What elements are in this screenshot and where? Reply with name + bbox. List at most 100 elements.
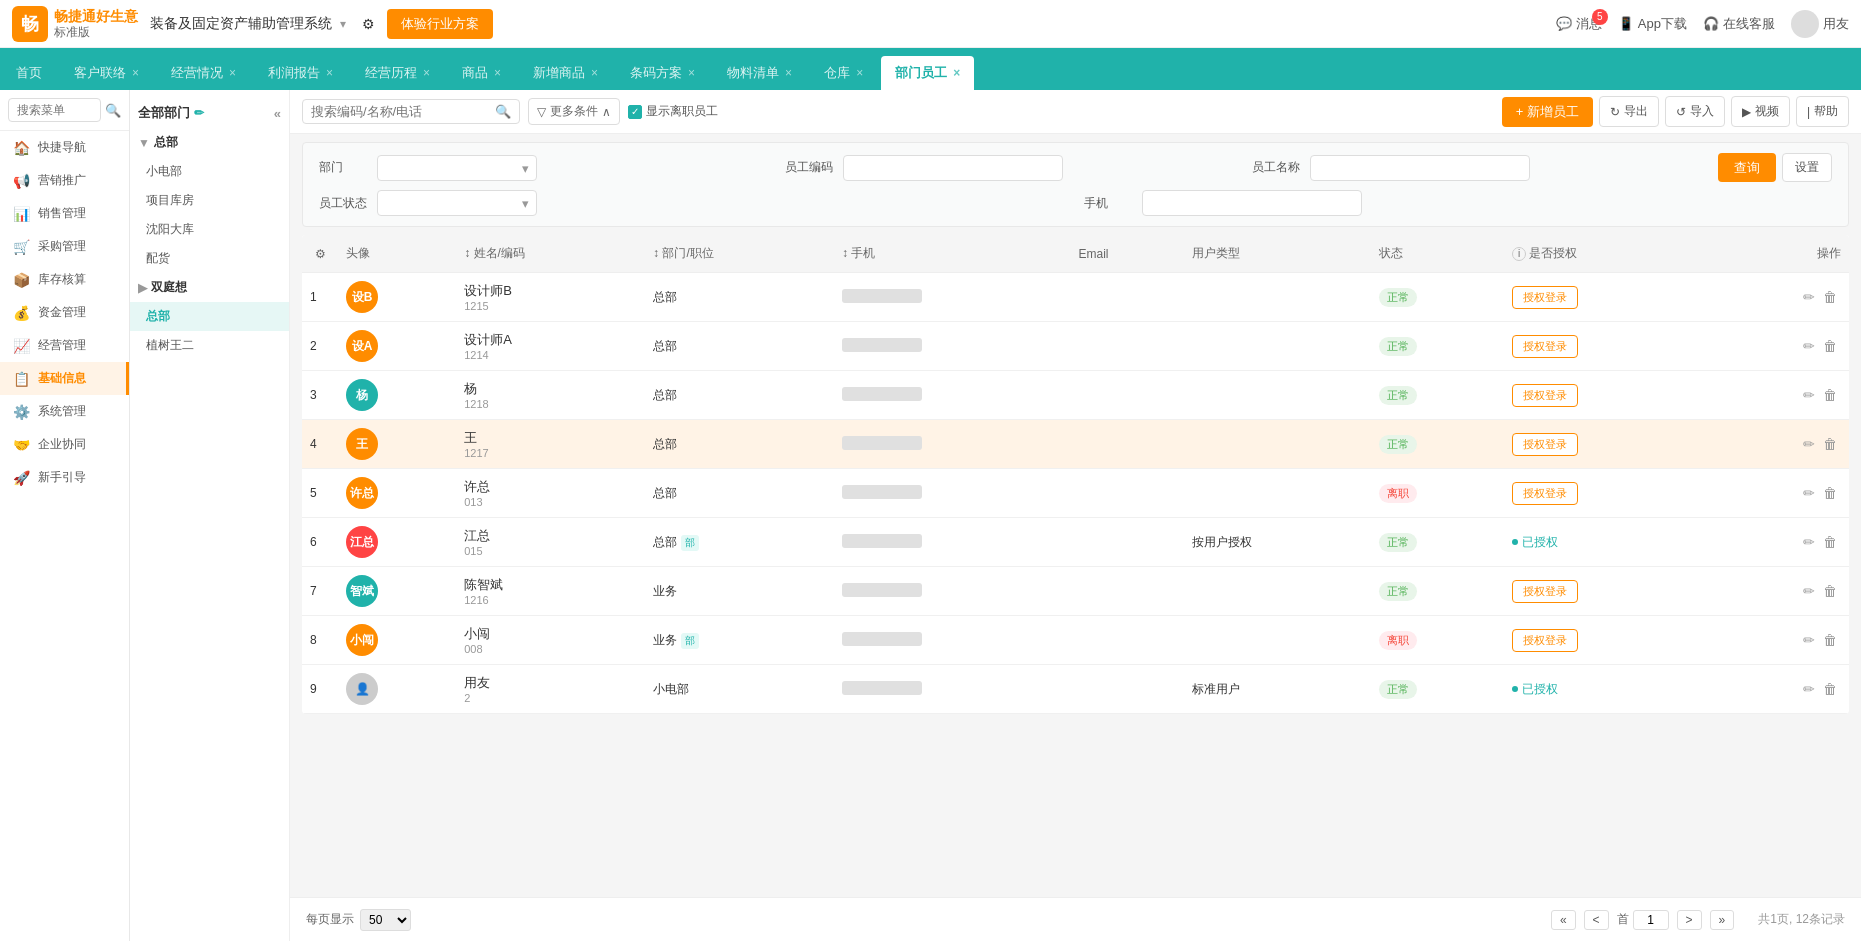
- nav-tab-仓库[interactable]: 仓库×: [810, 56, 877, 90]
- last-page-btn[interactable]: »: [1710, 910, 1735, 930]
- dept-item-zongbu[interactable]: 总部: [130, 302, 289, 331]
- col-dept-position[interactable]: ↕ 部门/职位: [645, 235, 834, 273]
- edit-button[interactable]: ✏: [1799, 532, 1819, 552]
- tab-close-icon[interactable]: ×: [856, 66, 863, 80]
- filter-query-btn[interactable]: 查询: [1718, 153, 1776, 182]
- delete-button[interactable]: 🗑: [1819, 434, 1841, 454]
- prev-page-btn[interactable]: <: [1584, 910, 1609, 930]
- help-button[interactable]: | 帮助: [1796, 96, 1849, 127]
- edit-button[interactable]: ✏: [1799, 385, 1819, 405]
- delete-button[interactable]: 🗑: [1819, 679, 1841, 699]
- sidebar-search-input[interactable]: [8, 98, 101, 122]
- nav-tab-经营情况[interactable]: 经营情况×: [157, 56, 250, 90]
- message-button[interactable]: 💬 消息 5: [1556, 15, 1602, 33]
- filter-set-btn[interactable]: 设置: [1782, 153, 1832, 182]
- edit-button[interactable]: ✏: [1799, 630, 1819, 650]
- tab-close-icon[interactable]: ×: [688, 66, 695, 80]
- tab-close-icon[interactable]: ×: [785, 66, 792, 80]
- online-service-button[interactable]: 🎧 在线客服: [1703, 15, 1775, 33]
- col-settings[interactable]: ⚙: [302, 235, 338, 273]
- dept-section-zongbu[interactable]: ▼ 总部: [130, 128, 289, 157]
- sidebar-item-inventory[interactable]: 📦库存核算: [0, 263, 129, 296]
- dept-item-peihuo[interactable]: 配货: [130, 244, 289, 273]
- nav-tab-首页[interactable]: 首页: [2, 56, 56, 90]
- edit-button[interactable]: ✏: [1799, 581, 1819, 601]
- sidebar-item-sales[interactable]: 📊销售管理: [0, 197, 129, 230]
- tab-close-icon[interactable]: ×: [591, 66, 598, 80]
- nav-tab-经营历程[interactable]: 经营历程×: [351, 56, 444, 90]
- user-menu[interactable]: 用友: [1791, 10, 1849, 38]
- page-input[interactable]: [1633, 910, 1669, 930]
- tab-close-icon[interactable]: ×: [132, 66, 139, 80]
- app-download-button[interactable]: 📱 App下载: [1618, 15, 1687, 33]
- sidebar-item-marketing[interactable]: 📢营销推广: [0, 164, 129, 197]
- nav-tab-条码方案[interactable]: 条码方案×: [616, 56, 709, 90]
- auth-button[interactable]: 授权登录: [1512, 482, 1578, 505]
- tab-close-icon[interactable]: ×: [423, 66, 430, 80]
- tab-close-icon[interactable]: ×: [326, 66, 333, 80]
- filter-emp-name-input[interactable]: [1310, 155, 1530, 181]
- next-page-btn[interactable]: >: [1677, 910, 1702, 930]
- auth-button[interactable]: 授权登录: [1512, 384, 1578, 407]
- system-dropdown-icon[interactable]: ▾: [340, 17, 346, 31]
- filter-dept-select[interactable]: [377, 155, 537, 181]
- delete-button[interactable]: 🗑: [1819, 483, 1841, 503]
- filter-status-select[interactable]: [377, 190, 537, 216]
- nav-tab-客户联络[interactable]: 客户联络×: [60, 56, 153, 90]
- edit-button[interactable]: ✏: [1799, 483, 1819, 503]
- edit-button[interactable]: ✏: [1799, 434, 1819, 454]
- filter-emp-code-input[interactable]: [843, 155, 1063, 181]
- search-input[interactable]: [311, 104, 491, 119]
- nav-tab-物料清单[interactable]: 物料清单×: [713, 56, 806, 90]
- nav-tab-部门员工[interactable]: 部门员工×: [881, 56, 974, 90]
- auth-button[interactable]: 授权登录: [1512, 335, 1578, 358]
- delete-button[interactable]: 🗑: [1819, 336, 1841, 356]
- delete-button[interactable]: 🗑: [1819, 385, 1841, 405]
- dept-item-xiangmu[interactable]: 项目库房: [130, 186, 289, 215]
- sidebar-item-system[interactable]: ⚙️系统管理: [0, 395, 129, 428]
- first-page-btn[interactable]: «: [1551, 910, 1576, 930]
- dept-section-shuangling[interactable]: ▶ 双庭想: [130, 273, 289, 302]
- sidebar-item-finance[interactable]: 💰资金管理: [0, 296, 129, 329]
- col-phone[interactable]: ↕ 手机: [834, 235, 1070, 273]
- dept-item-zhishu[interactable]: 植树王二: [130, 331, 289, 360]
- tab-close-icon[interactable]: ×: [953, 66, 960, 80]
- auth-button[interactable]: 授权登录: [1512, 629, 1578, 652]
- sidebar-item-operations[interactable]: 📈经营管理: [0, 329, 129, 362]
- filter-phone-input[interactable]: [1142, 190, 1362, 216]
- col-name-code[interactable]: ↕ 姓名/编码: [456, 235, 645, 273]
- dept-item-shenyang[interactable]: 沈阳大库: [130, 215, 289, 244]
- delete-button[interactable]: 🗑: [1819, 581, 1841, 601]
- nav-tab-利润报告[interactable]: 利润报告×: [254, 56, 347, 90]
- sidebar-item-collab[interactable]: 🤝企业协同: [0, 428, 129, 461]
- sidebar-item-quick-nav[interactable]: 🏠快捷导航: [0, 131, 129, 164]
- dept-collapse-icon[interactable]: «: [274, 106, 281, 121]
- delete-button[interactable]: 🗑: [1819, 532, 1841, 552]
- show-resigned-toggle[interactable]: ✓ 显示离职员工: [628, 103, 718, 120]
- add-employee-button[interactable]: + 新增员工: [1502, 97, 1593, 127]
- auth-button[interactable]: 授权登录: [1512, 580, 1578, 603]
- delete-button[interactable]: 🗑: [1819, 287, 1841, 307]
- export-button[interactable]: ↻ 导出: [1599, 96, 1659, 127]
- auth-button[interactable]: 授权登录: [1512, 286, 1578, 309]
- edit-button[interactable]: ✏: [1799, 287, 1819, 307]
- search-icon[interactable]: 🔍: [495, 104, 511, 119]
- sidebar-item-basic-info[interactable]: 📋基础信息: [0, 362, 129, 395]
- nav-tab-新增商品[interactable]: 新增商品×: [519, 56, 612, 90]
- nav-tab-商品[interactable]: 商品×: [448, 56, 515, 90]
- settings-icon[interactable]: ⚙: [362, 16, 375, 32]
- delete-button[interactable]: 🗑: [1819, 630, 1841, 650]
- sidebar-item-guide[interactable]: 🚀新手引导: [0, 461, 129, 494]
- more-filter-btn[interactable]: ▽ 更多条件 ∧: [528, 98, 620, 125]
- trial-button[interactable]: 体验行业方案: [387, 9, 493, 39]
- auth-button[interactable]: 授权登录: [1512, 433, 1578, 456]
- per-page-select[interactable]: 50 20 100: [360, 909, 411, 931]
- dept-edit-icon[interactable]: ✏: [194, 106, 204, 120]
- edit-button[interactable]: ✏: [1799, 336, 1819, 356]
- sidebar-item-purchase[interactable]: 🛒采购管理: [0, 230, 129, 263]
- edit-button[interactable]: ✏: [1799, 679, 1819, 699]
- dept-item-xiaodian[interactable]: 小电部: [130, 157, 289, 186]
- tab-close-icon[interactable]: ×: [229, 66, 236, 80]
- view-button[interactable]: ▶ 视频: [1731, 96, 1790, 127]
- import-button[interactable]: ↺ 导入: [1665, 96, 1725, 127]
